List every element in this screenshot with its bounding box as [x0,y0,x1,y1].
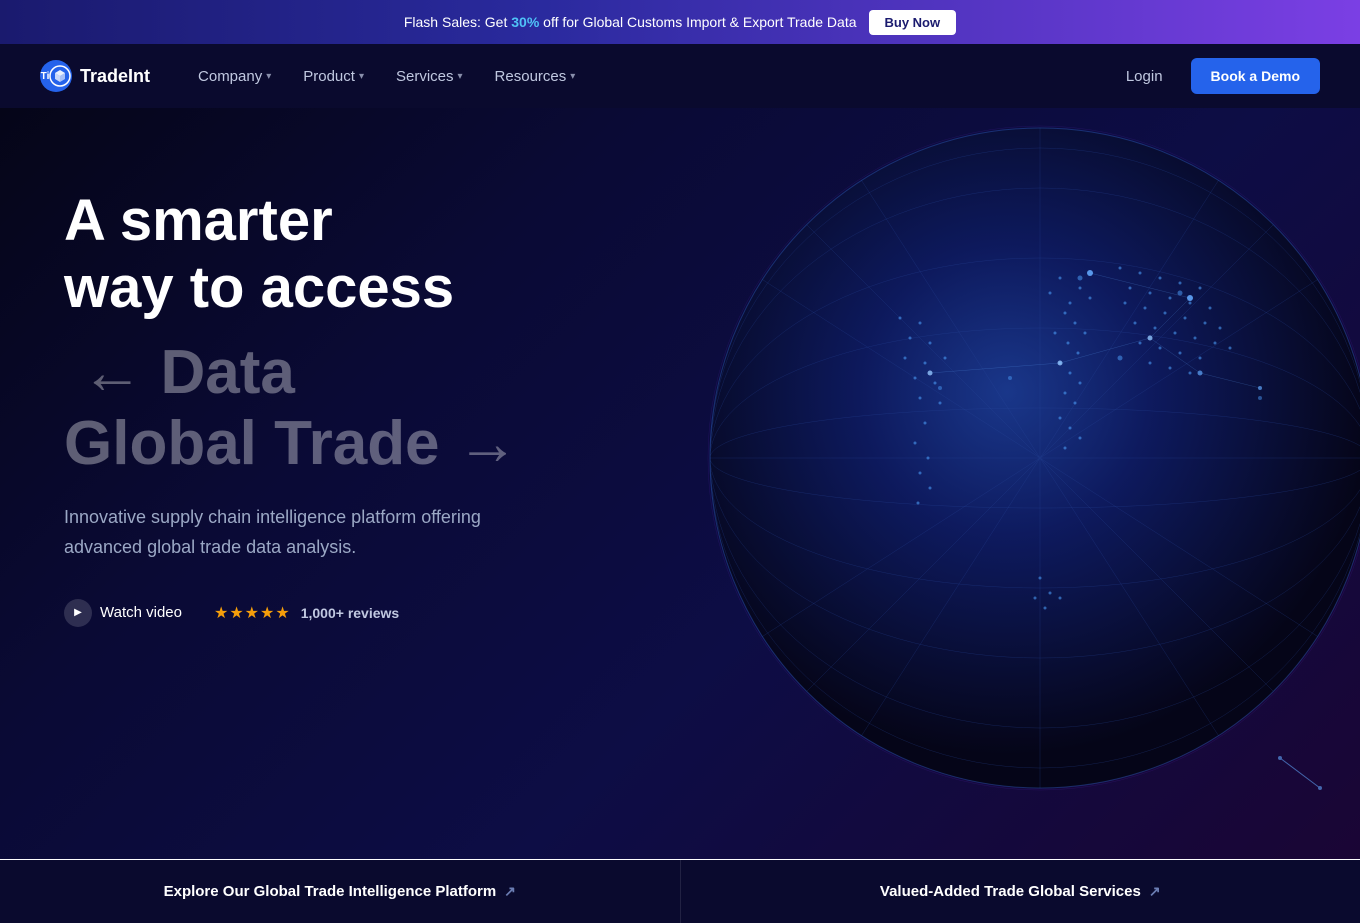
nav-item-services[interactable]: Services ▾ [384,60,475,93]
top-banner: Flash Sales: Get 30% off for Global Cust… [0,0,1360,44]
play-icon: ▶ [64,599,92,627]
globe-visual [660,108,1360,838]
hero-section: A smarter way to access ← Data Global Tr… [0,108,1360,859]
animated-word1: ← Data [64,338,295,407]
animated-word2: Global Trade → [64,409,519,478]
chevron-down-icon: ▾ [570,71,575,82]
bottom-item-services[interactable]: Valued-Added Trade Global Services ↗ [681,860,1360,923]
discount-highlight: 30% [511,14,539,30]
reviews-text: 1,000+ reviews [301,605,399,621]
hero-content: A smarter way to access ← Data Global Tr… [0,108,620,859]
nav-links: Company ▾ Product ▾ Services ▾ Resources… [186,60,587,93]
nav-item-resources[interactable]: Resources ▾ [483,60,588,93]
hero-cta: ▶ Watch video ★★★★★ 1,000+ reviews [64,599,556,627]
arrow-icon: ↗ [1149,883,1161,900]
nav-item-product[interactable]: Product ▾ [291,60,376,93]
chevron-down-icon: ▾ [458,71,463,82]
navbar-left: TradeInt Company ▾ Product ▾ Services ▾ … [40,60,587,93]
nav-item-company[interactable]: Company ▾ [186,60,283,93]
hero-title: A smarter way to access [64,188,556,321]
login-button[interactable]: Login [1114,60,1175,93]
watch-video-button[interactable]: ▶ Watch video [64,599,182,627]
hero-subtitle: Innovative supply chain intelligence pla… [64,503,556,562]
arrow-icon: ↗ [504,883,516,900]
banner-text: Flash Sales: Get 30% off for Global Cust… [404,14,857,30]
watch-video-label: Watch video [100,604,182,621]
navbar-right: Login Book a Demo [1114,58,1320,94]
chevron-down-icon: ▾ [266,71,271,82]
bottom-item2-label: Valued-Added Trade Global Services [880,883,1141,900]
buy-now-button[interactable]: Buy Now [869,10,957,35]
hero-animated-line2: Global Trade → [64,408,556,479]
logo-icon [40,60,72,92]
logo[interactable]: TradeInt [40,60,150,92]
hero-line1: A smarter [64,188,333,253]
book-demo-button[interactable]: Book a Demo [1191,58,1320,94]
chevron-down-icon: ▾ [359,71,364,82]
star-rating: ★★★★★ [214,603,291,623]
logo-text: TradeInt [80,66,150,87]
navbar: TradeInt Company ▾ Product ▾ Services ▾ … [0,44,1360,108]
review-count: 1,000+ [301,605,344,621]
bottom-banner: Explore Our Global Trade Intelligence Pl… [0,859,1360,923]
reviews-section: ★★★★★ 1,000+ reviews [214,603,399,623]
bottom-item1-label: Explore Our Global Trade Intelligence Pl… [164,883,497,900]
hero-animated-line: ← Data [64,337,556,408]
bottom-item-platform[interactable]: Explore Our Global Trade Intelligence Pl… [0,860,681,923]
hero-line2: way to access [64,255,454,320]
